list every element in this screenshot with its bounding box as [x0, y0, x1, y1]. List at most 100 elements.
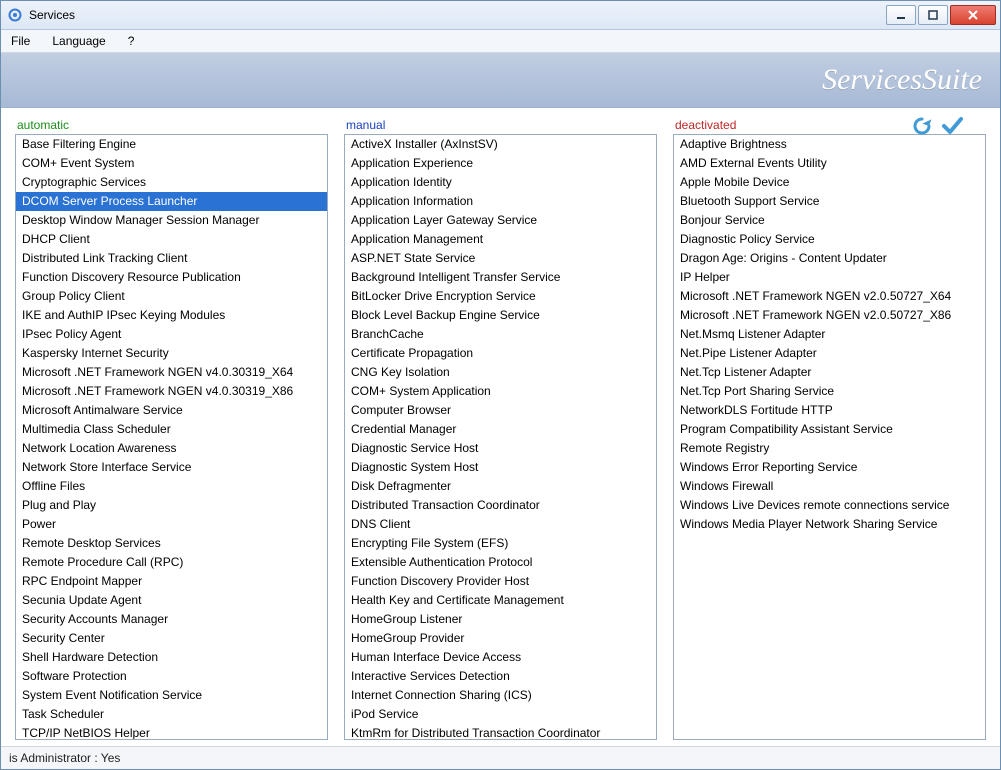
list-item[interactable]: IPsec Policy Agent — [16, 325, 327, 344]
list-item[interactable]: Application Layer Gateway Service — [345, 211, 656, 230]
list-item[interactable]: Base Filtering Engine — [16, 135, 327, 154]
list-item[interactable]: Diagnostic System Host — [345, 458, 656, 477]
minimize-button[interactable] — [886, 5, 916, 25]
list-item[interactable]: Security Accounts Manager — [16, 610, 327, 629]
list-item[interactable]: COM+ System Application — [345, 382, 656, 401]
list-item[interactable]: Certificate Propagation — [345, 344, 656, 363]
list-item[interactable]: Program Compatibility Assistant Service — [674, 420, 985, 439]
status-text: is Administrator : Yes — [9, 751, 120, 765]
list-item[interactable]: Net.Pipe Listener Adapter — [674, 344, 985, 363]
list-item[interactable]: Windows Firewall — [674, 477, 985, 496]
list-manual[interactable]: ActiveX Installer (AxInstSV)Application … — [344, 134, 657, 740]
confirm-check-icon[interactable] — [940, 114, 964, 138]
list-item[interactable]: NetworkDLS Fortitude HTTP — [674, 401, 985, 420]
list-item[interactable]: RPC Endpoint Mapper — [16, 572, 327, 591]
list-item[interactable]: Application Information — [345, 192, 656, 211]
list-item[interactable]: DHCP Client — [16, 230, 327, 249]
list-item[interactable]: Internet Connection Sharing (ICS) — [345, 686, 656, 705]
list-item[interactable]: Application Management — [345, 230, 656, 249]
header-manual: manual — [344, 118, 657, 132]
list-item[interactable]: Health Key and Certificate Management — [345, 591, 656, 610]
list-item[interactable]: System Event Notification Service — [16, 686, 327, 705]
list-item[interactable]: Offline Files — [16, 477, 327, 496]
list-item[interactable]: Disk Defragmenter — [345, 477, 656, 496]
list-item[interactable]: Remote Desktop Services — [16, 534, 327, 553]
list-item[interactable]: Windows Live Devices remote connections … — [674, 496, 985, 515]
list-item[interactable]: CNG Key Isolation — [345, 363, 656, 382]
list-item[interactable]: HomeGroup Provider — [345, 629, 656, 648]
list-item[interactable]: Net.Tcp Listener Adapter — [674, 363, 985, 382]
menu-help[interactable]: ? — [124, 32, 139, 50]
list-item[interactable]: BitLocker Drive Encryption Service — [345, 287, 656, 306]
list-item[interactable]: Application Experience — [345, 154, 656, 173]
list-item[interactable]: ActiveX Installer (AxInstSV) — [345, 135, 656, 154]
refresh-icon[interactable] — [910, 114, 934, 138]
list-item[interactable]: COM+ Event System — [16, 154, 327, 173]
list-item[interactable]: iPod Service — [345, 705, 656, 724]
list-item[interactable]: Interactive Services Detection — [345, 667, 656, 686]
list-item[interactable]: HomeGroup Listener — [345, 610, 656, 629]
list-item[interactable]: Desktop Window Manager Session Manager — [16, 211, 327, 230]
list-deactivated[interactable]: Adaptive BrightnessAMD External Events U… — [673, 134, 986, 740]
titlebar: Services — [1, 1, 1000, 30]
list-item[interactable]: Microsoft Antimalware Service — [16, 401, 327, 420]
list-item[interactable]: Software Protection — [16, 667, 327, 686]
list-item[interactable]: DCOM Server Process Launcher — [16, 192, 327, 211]
list-item[interactable]: BranchCache — [345, 325, 656, 344]
list-item[interactable]: Diagnostic Service Host — [345, 439, 656, 458]
list-item[interactable]: Microsoft .NET Framework NGEN v2.0.50727… — [674, 287, 985, 306]
list-item[interactable]: Microsoft .NET Framework NGEN v4.0.30319… — [16, 363, 327, 382]
list-item[interactable]: Shell Hardware Detection — [16, 648, 327, 667]
close-button[interactable] — [950, 5, 996, 25]
list-item[interactable]: Function Discovery Resource Publication — [16, 268, 327, 287]
list-item[interactable]: DNS Client — [345, 515, 656, 534]
list-item[interactable]: Block Level Backup Engine Service — [345, 306, 656, 325]
menu-file[interactable]: File — [7, 32, 34, 50]
list-item[interactable]: Remote Registry — [674, 439, 985, 458]
list-item[interactable]: Extensible Authentication Protocol — [345, 553, 656, 572]
list-item[interactable]: Application Identity — [345, 173, 656, 192]
list-item[interactable]: Microsoft .NET Framework NGEN v2.0.50727… — [674, 306, 985, 325]
list-item[interactable]: Human Interface Device Access — [345, 648, 656, 667]
list-item[interactable]: Kaspersky Internet Security — [16, 344, 327, 363]
list-item[interactable]: Secunia Update Agent — [16, 591, 327, 610]
list-item[interactable]: Network Store Interface Service — [16, 458, 327, 477]
list-item[interactable]: AMD External Events Utility — [674, 154, 985, 173]
list-item[interactable]: Function Discovery Provider Host — [345, 572, 656, 591]
list-item[interactable]: Net.Tcp Port Sharing Service — [674, 382, 985, 401]
maximize-button[interactable] — [918, 5, 948, 25]
list-automatic[interactable]: Base Filtering EngineCOM+ Event SystemCr… — [15, 134, 328, 740]
list-item[interactable]: Multimedia Class Scheduler — [16, 420, 327, 439]
list-item[interactable]: Bluetooth Support Service — [674, 192, 985, 211]
list-item[interactable]: Cryptographic Services — [16, 173, 327, 192]
list-item[interactable]: Power — [16, 515, 327, 534]
list-item[interactable]: TCP/IP NetBIOS Helper — [16, 724, 327, 740]
list-item[interactable]: Encrypting File System (EFS) — [345, 534, 656, 553]
list-item[interactable]: ASP.NET State Service — [345, 249, 656, 268]
list-item[interactable]: Microsoft .NET Framework NGEN v4.0.30319… — [16, 382, 327, 401]
list-item[interactable]: Remote Procedure Call (RPC) — [16, 553, 327, 572]
app-icon — [7, 7, 23, 23]
list-item[interactable]: Windows Error Reporting Service — [674, 458, 985, 477]
list-item[interactable]: Plug and Play — [16, 496, 327, 515]
list-item[interactable]: Background Intelligent Transfer Service — [345, 268, 656, 287]
menu-language[interactable]: Language — [48, 32, 109, 50]
list-item[interactable]: Net.Msmq Listener Adapter — [674, 325, 985, 344]
list-item[interactable]: Computer Browser — [345, 401, 656, 420]
list-item[interactable]: Security Center — [16, 629, 327, 648]
list-item[interactable]: Distributed Transaction Coordinator — [345, 496, 656, 515]
list-item[interactable]: Credential Manager — [345, 420, 656, 439]
list-item[interactable]: Windows Media Player Network Sharing Ser… — [674, 515, 985, 534]
list-item[interactable]: Diagnostic Policy Service — [674, 230, 985, 249]
list-item[interactable]: Group Policy Client — [16, 287, 327, 306]
list-item[interactable]: KtmRm for Distributed Transaction Coordi… — [345, 724, 656, 740]
list-item[interactable]: Dragon Age: Origins - Content Updater — [674, 249, 985, 268]
list-item[interactable]: IP Helper — [674, 268, 985, 287]
list-item[interactable]: Task Scheduler — [16, 705, 327, 724]
list-item[interactable]: Network Location Awareness — [16, 439, 327, 458]
list-item[interactable]: Apple Mobile Device — [674, 173, 985, 192]
column-headers-row: automatic manual deactivated — [15, 118, 986, 134]
list-item[interactable]: Bonjour Service — [674, 211, 985, 230]
list-item[interactable]: IKE and AuthIP IPsec Keying Modules — [16, 306, 327, 325]
list-item[interactable]: Distributed Link Tracking Client — [16, 249, 327, 268]
